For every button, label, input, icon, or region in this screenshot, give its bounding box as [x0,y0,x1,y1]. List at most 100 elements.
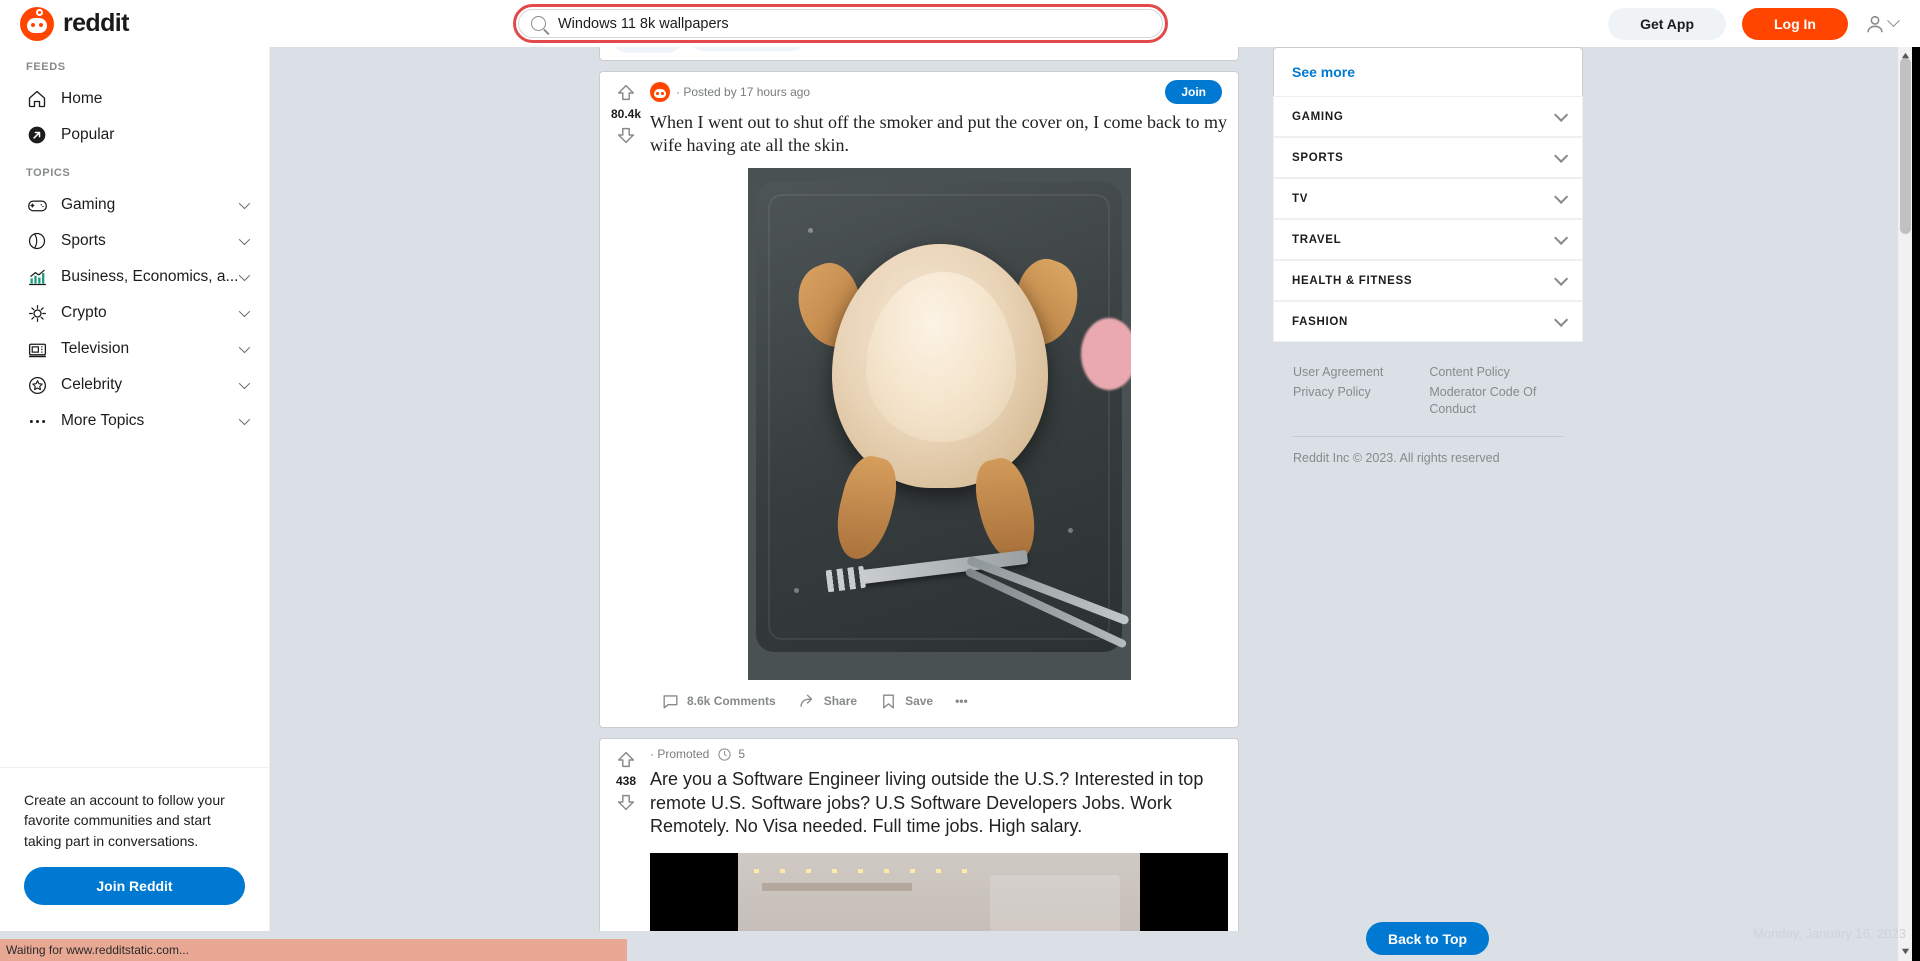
upvote-icon[interactable] [615,749,637,771]
back-to-top-button[interactable]: Back to Top [1366,922,1490,955]
sort-hot-button[interactable]: Hot [612,47,684,53]
sidebar-item-label: More Topics [61,412,145,429]
save-button[interactable]: Save [870,684,942,719]
login-button[interactable]: Log In [1742,7,1848,40]
chevron-down-icon[interactable] [238,377,251,390]
copyright-text: Reddit Inc © 2023. All rights reserved [1293,450,1500,465]
post-score: 438 [615,773,637,788]
right-topic-fashion[interactable]: FASHION [1273,301,1583,342]
see-more-link[interactable]: See more [1273,47,1583,96]
user-account-menu[interactable] [1864,13,1904,35]
save-label: Save [905,694,934,709]
post-meta: · Promoted 5 [650,747,1228,762]
share-icon [800,694,812,707]
right-topic-label: GAMING [1292,110,1344,123]
chevron-down-icon[interactable] [238,269,251,282]
right-topic-label: TRAVEL [1292,233,1342,246]
content-policy-link[interactable]: Content Policy [1429,364,1539,381]
moderator-code-link[interactable]: Moderator Code Of Conduct [1429,384,1539,418]
television-icon [26,338,48,360]
scroll-down-icon[interactable] [1900,946,1911,957]
chevron-down-icon [1554,271,1569,286]
share-label: Share [823,694,858,709]
search-icon [531,16,546,31]
date-watermark: Monday, January 16, 2023 [1753,926,1906,941]
sidebar-item-gaming[interactable]: Gaming [0,187,269,223]
comments-button[interactable]: 8.6k Comments [652,684,785,719]
page-scrollbar-thumb[interactable] [1900,58,1911,234]
privacy-policy-link[interactable]: Privacy Policy [1293,384,1383,401]
right-topic-health-fitness[interactable]: HEALTH & FITNESS [1273,260,1583,301]
user-agreement-link[interactable]: User Agreement [1293,364,1383,381]
chevron-down-icon[interactable] [238,305,251,318]
chevron-down-icon[interactable] [238,197,251,210]
comment-icon [663,695,678,709]
sort-everywhere-dropdown[interactable]: Everywhere [689,47,806,51]
upvote-icon[interactable] [615,82,637,104]
post-more-button[interactable]: ••• [946,686,977,716]
right-topic-sports[interactable]: SPORTS [1273,137,1583,178]
join-subreddit-button[interactable]: Join [1165,80,1222,104]
top-header: reddit Windows 11 8k wallpapers Get App … [0,0,1920,47]
post-meta-text: · Posted by 17 hours ago [676,85,811,99]
sort-new-button[interactable]: New [812,47,888,52]
sidebar-item-sports[interactable]: Sports [0,223,269,259]
cta-text: Create an account to follow your favorit… [24,792,225,849]
right-topic-gaming[interactable]: GAMING [1273,96,1583,137]
header-actions: Get App Log In [1608,0,1904,47]
downvote-icon[interactable] [615,124,637,146]
reddit-logo-link[interactable]: reddit [20,6,250,41]
sidebar-item-business[interactable]: Business, Economics, a... [0,259,269,295]
post-body: · Promoted 5 Are you a Software Engineer… [646,739,1238,931]
vote-column: 80.4k [606,72,646,727]
promoted-video-thumbnail [650,853,1228,931]
post-body: · Posted by 17 hours ago Join When I wen… [646,72,1238,727]
promoted-post-image[interactable] [650,853,1228,931]
baseball-icon [26,230,48,252]
right-topic-travel[interactable]: TRAVEL [1273,219,1583,260]
sidebar-item-more-topics[interactable]: More Topics [0,403,269,439]
sidebar-footer: User Agreement Privacy Policy Content Po… [1273,342,1583,465]
sidebar-item-popular[interactable]: Popular [0,117,269,153]
downvote-icon[interactable] [615,791,637,813]
topics-heading: TOPICS [26,167,71,179]
sidebar-item-label: Home [61,90,103,107]
chevron-down-icon[interactable] [238,341,251,354]
promoted-post-title[interactable]: Are you a Software Engineer living outsi… [650,768,1228,839]
promoted-post-card[interactable]: 438 · Promoted 5 Are you a Software Engi… [599,737,1239,931]
post-image[interactable] [650,167,1228,680]
reddit-wordmark: reddit [63,9,129,37]
post-card[interactable]: 80.4k · Posted by 17 hours ago Join When… [599,71,1239,728]
get-app-button[interactable]: Get App [1608,7,1726,40]
sort-top-button[interactable]: Top [894,47,965,52]
share-button[interactable]: Share [789,684,866,719]
post-feed: Hot Everywhere New Top ••• [599,47,1239,931]
bookmark-icon [883,694,894,709]
right-topic-tv[interactable]: TV [1273,178,1583,219]
crypto-icon [26,302,48,324]
sidebar-item-crypto[interactable]: Crypto [0,295,269,331]
award-icon [718,748,731,761]
sidebar-item-celebrity[interactable]: Celebrity [0,367,269,403]
subreddit-avatar-icon[interactable] [650,82,670,102]
sidebar-item-home[interactable]: Home [0,81,269,117]
sidebar-signup-cta: Create an account to follow your favorit… [0,767,269,931]
search-bar[interactable]: Windows 11 8k wallpapers [513,4,1168,43]
sidebar-item-television[interactable]: Television [0,331,269,367]
sort-more-button[interactable]: ••• [970,47,1009,48]
join-reddit-button[interactable]: Join Reddit [24,867,245,905]
chevron-down-icon [1554,189,1569,204]
chevron-down-icon[interactable] [238,413,251,426]
footer-links-column-1: User Agreement Privacy Policy [1293,364,1383,418]
chevron-down-icon [1554,312,1569,327]
celebrity-icon [26,374,48,396]
scroll-up-icon[interactable] [1900,50,1911,61]
page-right-edge [1912,47,1920,961]
chevron-down-icon[interactable] [238,233,251,246]
person-icon [1867,15,1883,32]
post-score: 80.4k [610,107,642,121]
search-input[interactable]: Windows 11 8k wallpapers [558,16,729,32]
post-title[interactable]: When I went out to shut off the smoker a… [650,111,1228,158]
chevron-down-icon [1554,230,1569,245]
chart-icon [26,266,48,288]
